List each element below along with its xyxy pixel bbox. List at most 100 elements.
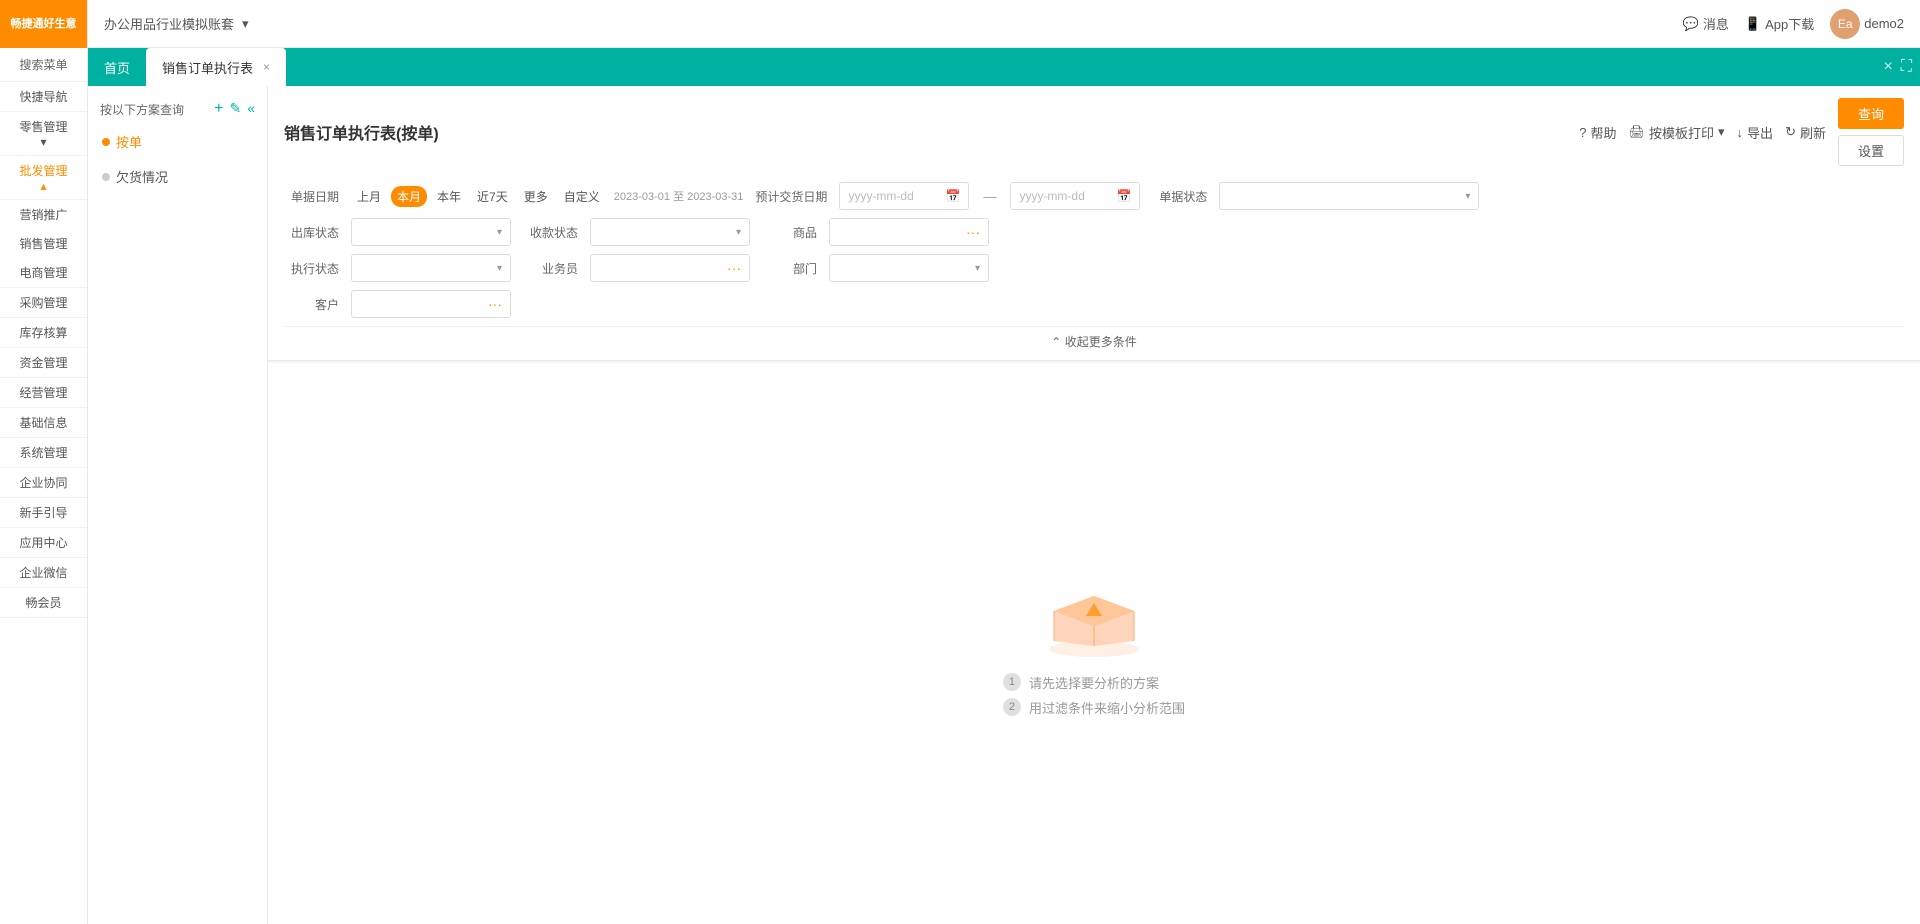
sidebar-item-newbie[interactable]: 新手引导 (0, 498, 87, 528)
sidebar-item-wechat[interactable]: 企业微信 (0, 558, 87, 588)
sidebar-item-system[interactable]: 系统管理 (0, 438, 87, 468)
expected-date-start-input[interactable]: yyyy-mm-dd 📅 (839, 182, 969, 210)
tab-close-icon[interactable]: × (263, 60, 270, 74)
date-tab-last-7-days[interactable]: 近7天 (471, 186, 514, 207)
customer-select[interactable]: ··· (351, 290, 511, 318)
right-panel: 销售订单执行表(按单) ? 帮助 🖨 按模板打印 ▾ ↓ 导出 (268, 86, 1920, 924)
quick-nav-label: 快捷导航 (19, 88, 67, 105)
expected-date-end-input[interactable]: yyyy-mm-dd 📅 (1010, 182, 1140, 210)
user-profile[interactable]: Ea demo2 (1830, 9, 1904, 39)
tab-sales-order-exec[interactable]: 销售订单执行表 × (146, 48, 286, 86)
scheme-by-debt-label: 欠货情况 (116, 167, 168, 186)
search-button[interactable]: 查询 (1838, 98, 1904, 129)
topbar-left: 办公用品行业模拟账套 ▾ (104, 14, 249, 33)
doc-status-chevron-icon: ▾ (1465, 191, 1470, 202)
sidebar-item-marketing[interactable]: 营销推广 (0, 200, 87, 229)
dept-chevron-icon: ▾ (975, 263, 980, 274)
left-panel-actions: + ✎ « (214, 100, 255, 118)
date-tab-more[interactable]: 更多 (518, 186, 554, 207)
page-header: 销售订单执行表(按单) ? 帮助 🖨 按模板打印 ▾ ↓ 导出 (268, 86, 1920, 174)
tabbar: 首页 销售订单执行表 × × ⛶ (88, 48, 1920, 86)
filter-area: 单据日期 上月 本月 本年 近7天 更多 自定义 2023-03-01 至 20… (268, 174, 1920, 361)
date-tab-custom[interactable]: 自定义 (558, 186, 606, 207)
message-button[interactable]: 💬 消息 (1683, 14, 1729, 33)
sidebar-item-enterprise[interactable]: 企业协同 (0, 468, 87, 498)
help-button[interactable]: ? 帮助 (1579, 123, 1616, 142)
template-print-button[interactable]: 🖨 按模板打印 ▾ (1628, 123, 1724, 142)
tab-sales-order-exec-label: 销售订单执行表 (162, 58, 253, 77)
refresh-label: 刷新 (1800, 123, 1826, 142)
calendar-start-icon[interactable]: 📅 (945, 189, 960, 203)
filter-row-1: 单据日期 上月 本月 本年 近7天 更多 自定义 2023-03-01 至 20… (284, 182, 1904, 210)
receipt-status-select[interactable]: ▾ (590, 218, 750, 246)
salesperson-label: 业务员 (523, 260, 578, 277)
wholesale-arrow-icon: ▴ (40, 179, 46, 193)
doc-status-select[interactable]: ▾ (1219, 182, 1479, 210)
export-label: 导出 (1747, 123, 1773, 142)
exec-status-select[interactable]: ▾ (351, 254, 511, 282)
scheme-item-by-debt[interactable]: 欠货情况 (88, 159, 267, 194)
collapse-filters-button[interactable]: ⌃ 收起更多条件 (284, 326, 1904, 356)
print-icon: 🖨 (1628, 124, 1645, 140)
app-download-button[interactable]: 📱 App下载 (1745, 14, 1814, 33)
empty-hint-2: 2 用过滤条件来缩小分析范围 (1003, 698, 1185, 717)
export-button[interactable]: ↓ 导出 (1737, 123, 1774, 142)
calendar-end-icon[interactable]: 📅 (1116, 189, 1131, 203)
message-label: 消息 (1703, 14, 1729, 33)
sidebar-item-purchase[interactable]: 采购管理 (0, 288, 87, 318)
expected-date-end-placeholder: yyyy-mm-dd (1019, 189, 1084, 203)
dept-select[interactable]: ▾ (829, 254, 989, 282)
app-logo: 畅捷通好生意 (0, 0, 87, 48)
outbound-status-label: 出库状态 (284, 224, 339, 241)
salesperson-more-icon[interactable]: ··· (727, 260, 741, 276)
date-tab-this-year[interactable]: 本年 (431, 186, 467, 207)
customer-more-icon[interactable]: ··· (488, 296, 502, 312)
outbound-status-select[interactable]: ▾ (351, 218, 511, 246)
settings-button[interactable]: 设置 (1838, 135, 1904, 166)
sidebar-item-inventory[interactable]: 库存核算 (0, 318, 87, 348)
sidebar-item-retail[interactable]: 零售管理 ▾ (0, 112, 87, 156)
tab-home[interactable]: 首页 (88, 48, 146, 86)
add-scheme-icon[interactable]: + (214, 100, 223, 118)
date-dash: — (983, 189, 996, 204)
sidebar-item-basic[interactable]: 基础信息 (0, 408, 87, 438)
sidebar-item-wholesale[interactable]: 批发管理 ▴ (0, 156, 87, 200)
date-tab-this-month[interactable]: 本月 (391, 186, 427, 207)
date-tabs: 上月 本月 本年 近7天 更多 自定义 2023-03-01 至 2023-03… (351, 186, 743, 207)
collapse-panel-icon[interactable]: « (247, 100, 255, 118)
filter-row-4: 客户 ··· (284, 290, 1904, 318)
logo-text: 畅捷通好生意 (11, 17, 77, 31)
expected-date-start-placeholder: yyyy-mm-dd (848, 189, 913, 203)
collapse-label: 收起更多条件 (1065, 335, 1137, 349)
filter-row-2: 出库状态 ▾ 收款状态 ▾ 商品 ··· (284, 218, 1904, 246)
hint-text-2: 用过滤条件来缩小分析范围 (1029, 698, 1185, 717)
scheme-item-by-order[interactable]: 按单 (88, 124, 267, 159)
sidebar-item-finance[interactable]: 资金管理 (0, 348, 87, 378)
sidebar-search[interactable]: 搜索菜单 (0, 48, 87, 82)
empty-state: 1 请先选择要分析的方案 2 用过滤条件来缩小分析范围 (1003, 571, 1185, 717)
print-arrow-icon: ▾ (1718, 124, 1725, 140)
sidebar-item-apps[interactable]: 应用中心 (0, 528, 87, 558)
refresh-button[interactable]: ↻ 刷新 (1785, 123, 1826, 142)
goods-select[interactable]: ··· (829, 218, 989, 246)
salesperson-select[interactable]: ··· (590, 254, 750, 282)
sidebar-item-sales[interactable]: 销售管理 (0, 229, 87, 258)
date-tab-last-month[interactable]: 上月 (351, 186, 387, 207)
goods-more-icon[interactable]: ··· (966, 224, 980, 240)
sidebar-item-operation[interactable]: 经营管理 (0, 378, 87, 408)
sidebar-item-vip[interactable]: 畅会员 (0, 588, 87, 618)
sidebar-item-quick-nav[interactable]: 快捷导航 (0, 82, 87, 112)
refresh-icon: ↻ (1785, 124, 1796, 140)
empty-hints: 1 请先选择要分析的方案 2 用过滤条件来缩小分析范围 (1003, 673, 1185, 717)
sidebar-item-ecommerce[interactable]: 电商管理 (0, 258, 87, 288)
close-window-icon[interactable]: × (1883, 58, 1892, 76)
breadcrumb-title: 办公用品行业模拟账套 (104, 14, 234, 33)
data-area: 1 请先选择要分析的方案 2 用过滤条件来缩小分析范围 (268, 363, 1920, 924)
help-label: 帮助 (1590, 123, 1616, 142)
breadcrumb-arrow-icon[interactable]: ▾ (242, 16, 249, 32)
expand-window-icon[interactable]: ⛶ (1901, 58, 1912, 76)
inactive-scheme-dot (102, 173, 110, 181)
edit-scheme-icon[interactable]: ✎ (229, 100, 241, 118)
exec-chevron-icon: ▾ (497, 263, 502, 274)
left-panel: 按以下方案查询 + ✎ « 按单 欠货情况 (88, 86, 268, 924)
